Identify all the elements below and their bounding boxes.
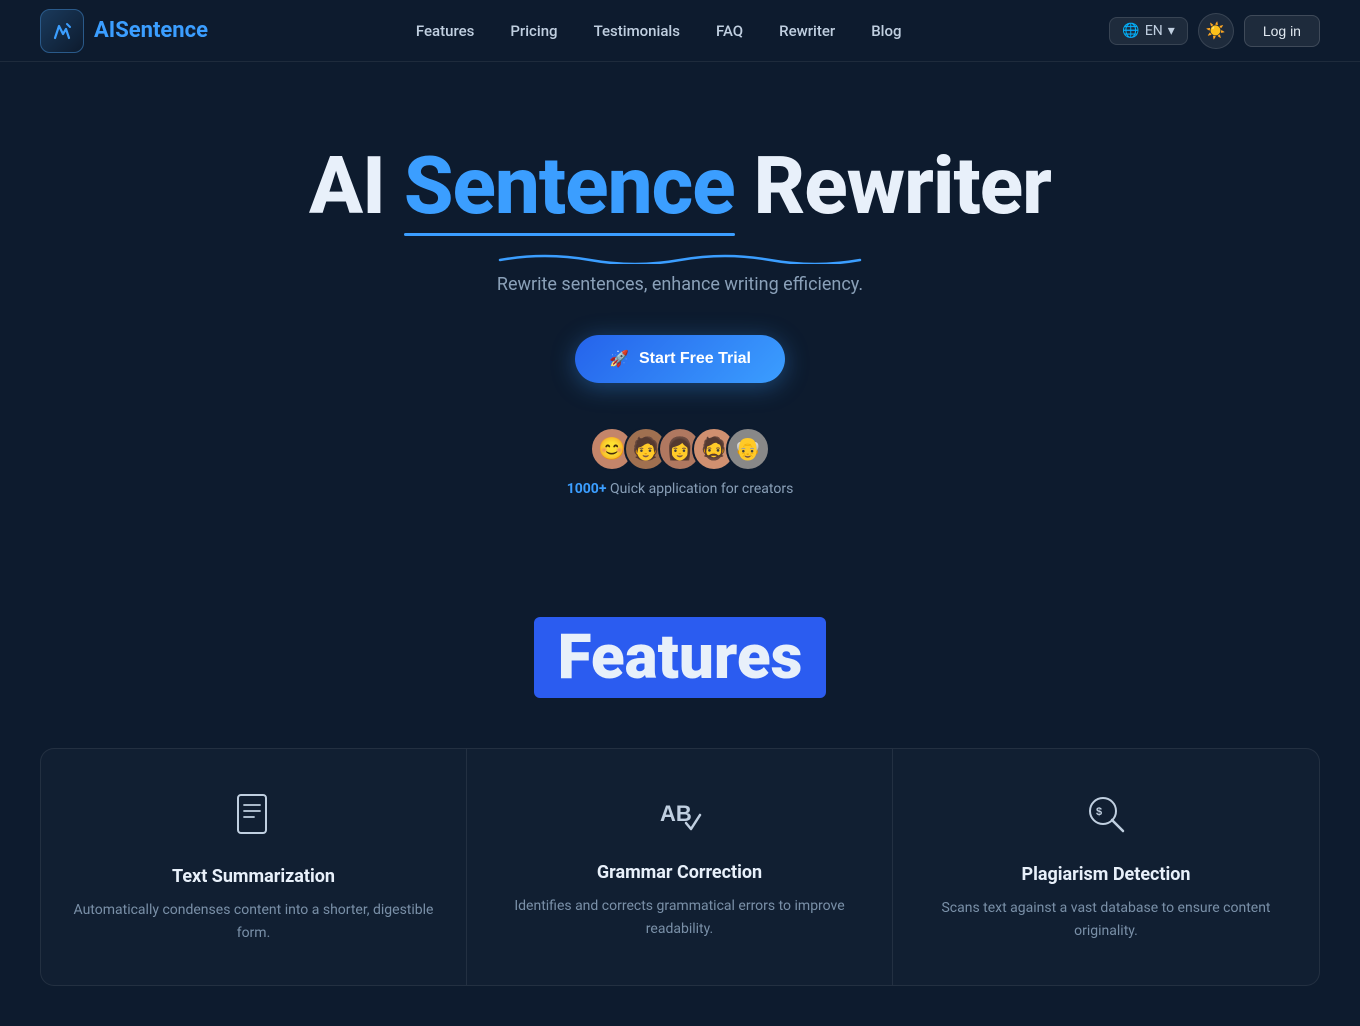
social-proof: 😊 🧑 👩 🧔 👴 1000+ Quick application for cr… (20, 427, 1340, 497)
globe-icon: 🌐 (1122, 23, 1139, 39)
features-section: Features Text Summarization Automaticall… (0, 557, 1360, 1026)
feature-desc-grammar: Identifies and corrects grammatical erro… (499, 895, 860, 941)
feature-title-summarization: Text Summarization (172, 866, 335, 887)
social-proof-text: 1000+ Quick application for creators (567, 481, 794, 497)
nav-features[interactable]: Features (416, 22, 474, 40)
theme-toggle[interactable]: ☀️ (1198, 13, 1234, 49)
feature-desc-plagiarism: Scans text against a vast database to en… (925, 897, 1287, 943)
chevron-down-icon: ▾ (1168, 23, 1175, 39)
nav-right: 🌐 EN ▾ ☀️ Log in (1109, 13, 1320, 49)
sun-icon: ☀️ (1206, 21, 1226, 40)
social-proof-count: 1000+ (567, 481, 607, 497)
feature-card-plagiarism: $ Plagiarism Detection Scans text agains… (893, 749, 1319, 985)
nav-rewriter[interactable]: Rewriter (779, 22, 835, 40)
feature-desc-summarization: Automatically condenses content into a s… (73, 899, 434, 945)
summarization-icon (234, 793, 274, 846)
navbar: AISentence Features Pricing Testimonials… (0, 0, 1360, 62)
hero-title: AI Sentence Rewriter (20, 142, 1340, 230)
nav-pricing[interactable]: Pricing (510, 22, 557, 40)
features-heading: Features (40, 617, 1320, 698)
logo-text: AISentence (94, 18, 208, 43)
avatar: 👴 (726, 427, 770, 471)
cta-label: Start Free Trial (639, 350, 751, 368)
language-selector[interactable]: 🌐 EN ▾ (1109, 17, 1187, 45)
hero-subtitle: Rewrite sentences, enhance writing effic… (20, 274, 1340, 295)
hero-section: AI Sentence Rewriter Rewrite sentences, … (0, 62, 1360, 557)
hero-title-highlight: Sentence (404, 142, 735, 230)
feature-card-summarization: Text Summarization Automatically condens… (41, 749, 467, 985)
hero-title-prefix: AI (309, 139, 404, 233)
feature-title-plagiarism: Plagiarism Detection (1021, 864, 1190, 885)
plagiarism-icon: $ (1085, 793, 1127, 844)
feature-title-grammar: Grammar Correction (597, 862, 762, 883)
features-grid: Text Summarization Automatically condens… (40, 748, 1320, 986)
wavy-underline (490, 250, 870, 264)
logo[interactable]: AISentence (40, 9, 208, 53)
nav-faq[interactable]: FAQ (716, 22, 743, 40)
lang-label: EN (1145, 23, 1163, 39)
nav-blog[interactable]: Blog (871, 22, 901, 40)
login-button[interactable]: Log in (1244, 15, 1320, 47)
nav-links: Features Pricing Testimonials FAQ Rewrit… (416, 21, 902, 40)
feature-card-grammar: AB Grammar Correction Identifies and cor… (467, 749, 893, 985)
rocket-icon: 🚀 (609, 349, 629, 369)
avatar-group: 😊 🧑 👩 🧔 👴 (590, 427, 770, 471)
logo-icon (40, 9, 84, 53)
start-trial-button[interactable]: 🚀 Start Free Trial (575, 335, 785, 383)
social-proof-label: Quick application for creators (610, 481, 793, 497)
grammar-icon: AB (658, 793, 702, 842)
nav-testimonials[interactable]: Testimonials (594, 22, 680, 40)
hero-title-suffix: Rewriter (735, 139, 1051, 233)
svg-text:$: $ (1096, 806, 1102, 818)
features-title: Features (534, 617, 827, 698)
svg-text:AB: AB (660, 801, 692, 826)
